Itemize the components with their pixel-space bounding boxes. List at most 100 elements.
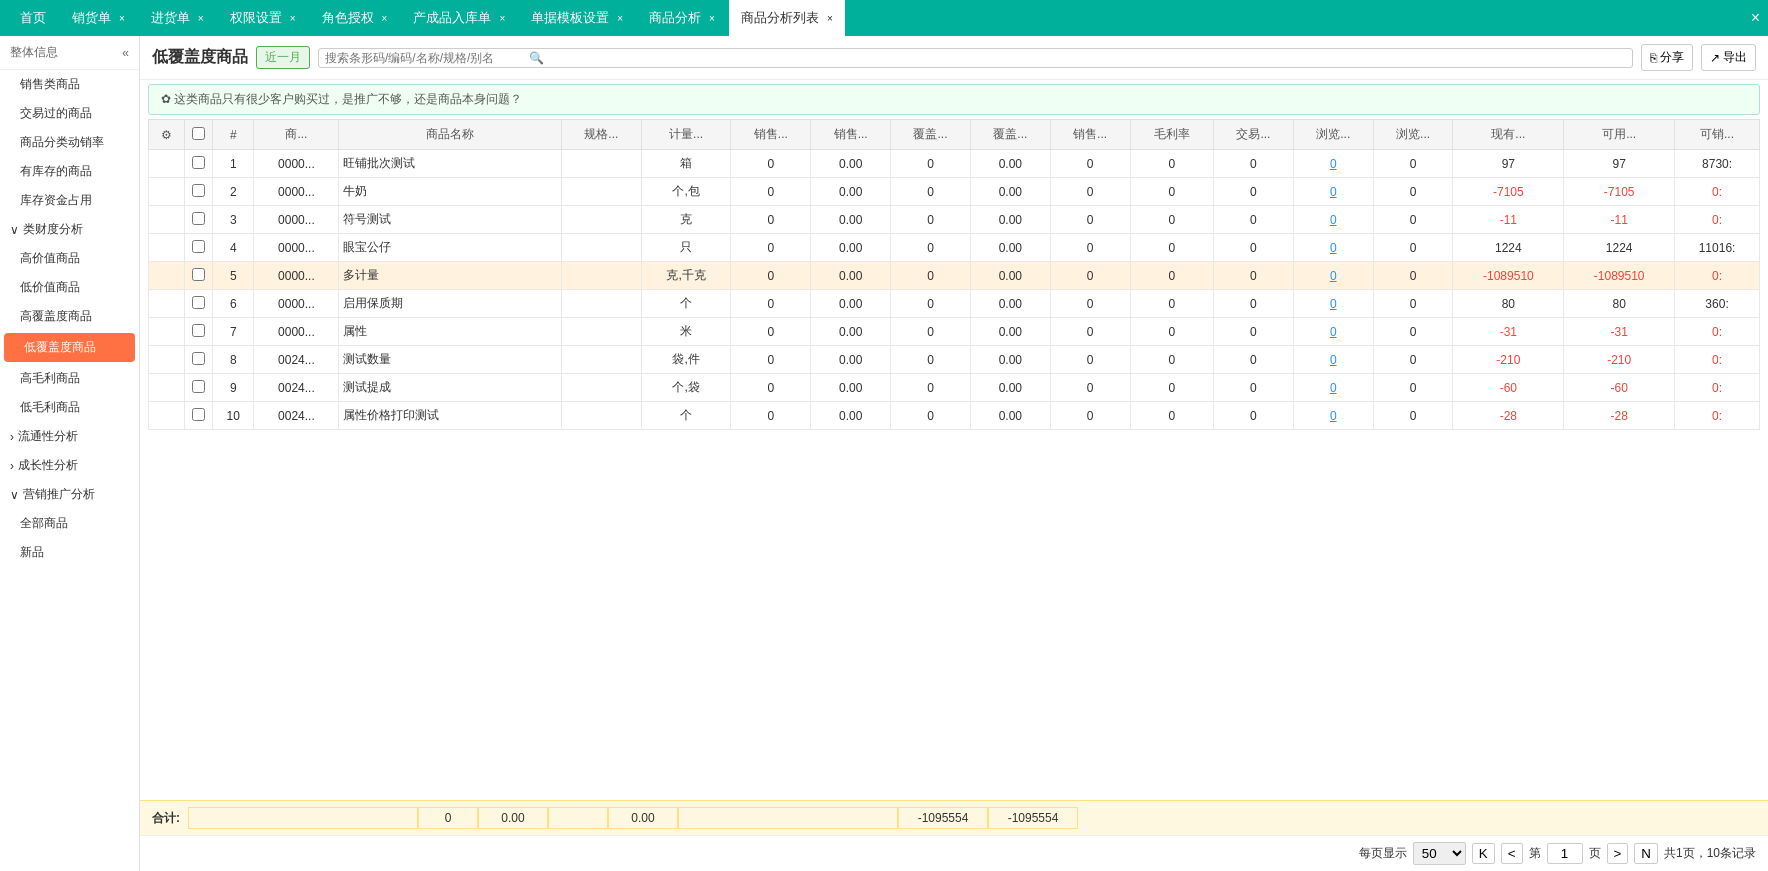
sidebar-item-traded-goods[interactable]: 交易过的商品 <box>0 99 139 128</box>
select-all-checkbox[interactable] <box>192 127 205 140</box>
cell-code: 0000... <box>254 318 339 346</box>
close-icon[interactable]: × <box>198 13 204 24</box>
cell-spec <box>561 206 641 234</box>
cell-sales-amount: 0.00 <box>811 178 891 206</box>
cell-checkbox[interactable] <box>185 318 213 346</box>
sidebar-section-yingxiao[interactable]: ∨ 营销推广分析 <box>0 480 139 509</box>
export-button[interactable]: ↗ 导出 <box>1701 44 1756 71</box>
row-checkbox[interactable] <box>192 212 205 225</box>
sidebar-section-caijidu[interactable]: ∨ 类财度分析 <box>0 215 139 244</box>
cell-browse1[interactable]: 0 <box>1293 234 1373 262</box>
cell-browse1[interactable]: 0 <box>1293 402 1373 430</box>
table-header-row: ⚙ # 商... 商品名称 规格... 计量... 销售... 销售... 覆盖… <box>149 120 1760 150</box>
sidebar-item-stock-goods[interactable]: 有库存的商品 <box>0 157 139 186</box>
sidebar-item-low-value[interactable]: 低价值商品 <box>0 273 139 302</box>
th-sales-amount: 销售... <box>811 120 891 150</box>
cell-browse1[interactable]: 0 <box>1293 346 1373 374</box>
close-icon[interactable]: × <box>617 13 623 24</box>
close-icon[interactable]: × <box>119 13 125 24</box>
footer-sales-amount: 0.00 <box>478 807 548 829</box>
cell-trade-count: 0 <box>1214 374 1294 402</box>
prev-page-button[interactable]: < <box>1501 843 1523 864</box>
first-page-button[interactable]: K <box>1472 843 1495 864</box>
cell-available: -31 <box>1564 318 1675 346</box>
row-checkbox[interactable] <box>192 268 205 281</box>
cell-checkbox[interactable] <box>185 206 213 234</box>
close-icon[interactable]: × <box>827 13 833 24</box>
sidebar-section-chengzhang[interactable]: › 成长性分析 <box>0 451 139 480</box>
page-input[interactable] <box>1547 843 1583 864</box>
cell-sales-days: 0 <box>1050 290 1130 318</box>
cell-gross-rate: 0 <box>1130 150 1214 178</box>
th-code: 商... <box>254 120 339 150</box>
th-current-stock: 现有... <box>1453 120 1564 150</box>
sidebar-item-high-value[interactable]: 高价值商品 <box>0 244 139 273</box>
cell-checkbox[interactable] <box>185 178 213 206</box>
cell-checkbox[interactable] <box>185 402 213 430</box>
cell-browse1[interactable]: 0 <box>1293 374 1373 402</box>
sidebar-item-low-profit[interactable]: 低毛利商品 <box>0 393 139 422</box>
cell-checkbox[interactable] <box>185 374 213 402</box>
sidebar-item-high-profit[interactable]: 高毛利商品 <box>0 364 139 393</box>
nav-tab-analysis-list[interactable]: 商品分析列表 × <box>729 0 845 36</box>
last-page-button[interactable]: N <box>1634 843 1658 864</box>
collapse-icon[interactable]: « <box>122 46 129 60</box>
sidebar-item-low-coverage[interactable]: 低覆盖度商品 <box>4 333 135 362</box>
row-checkbox[interactable] <box>192 324 205 337</box>
cell-browse1[interactable]: 0 <box>1293 262 1373 290</box>
cell-sales-count: 0 <box>731 290 811 318</box>
table-wrapper[interactable]: ⚙ # 商... 商品名称 规格... 计量... 销售... 销售... 覆盖… <box>140 119 1768 800</box>
cell-checkbox[interactable] <box>185 290 213 318</box>
date-filter-button[interactable]: 近一月 <box>256 46 310 69</box>
nav-tab-role[interactable]: 角色授权 × <box>310 0 400 36</box>
th-checkbox[interactable] <box>185 120 213 150</box>
nav-tab-permissions[interactable]: 权限设置 × <box>218 0 308 36</box>
cell-browse1[interactable]: 0 <box>1293 290 1373 318</box>
nav-tab-products[interactable]: 产成品入库单 × <box>401 0 517 36</box>
row-checkbox[interactable] <box>192 296 205 309</box>
per-page-select[interactable]: 50 20 100 200 <box>1413 842 1466 865</box>
cell-available: -28 <box>1564 402 1675 430</box>
close-icon[interactable]: × <box>709 13 715 24</box>
cell-num: 5 <box>213 262 254 290</box>
close-icon[interactable]: × <box>290 13 296 24</box>
nav-tab-sales[interactable]: 销货单 × <box>60 0 137 36</box>
cell-checkbox[interactable] <box>185 150 213 178</box>
close-all-button[interactable]: × <box>1751 9 1760 27</box>
nav-tab-template[interactable]: 单据模板设置 × <box>519 0 635 36</box>
cell-checkbox[interactable] <box>185 346 213 374</box>
sidebar-section-liutong[interactable]: › 流通性分析 <box>0 422 139 451</box>
search-input[interactable] <box>325 51 525 65</box>
cell-browse1[interactable]: 0 <box>1293 318 1373 346</box>
cell-num: 2 <box>213 178 254 206</box>
cell-checkbox[interactable] <box>185 262 213 290</box>
nav-tab-home[interactable]: 首页 <box>8 0 58 36</box>
sidebar-item-high-coverage[interactable]: 高覆盖度商品 <box>0 302 139 331</box>
cell-current-stock: -31 <box>1453 318 1564 346</box>
sidebar-item-all-goods[interactable]: 全部商品 <box>0 509 139 538</box>
row-checkbox[interactable] <box>192 380 205 393</box>
row-checkbox[interactable] <box>192 408 205 421</box>
cell-available: 80 <box>1564 290 1675 318</box>
cell-browse1[interactable]: 0 <box>1293 178 1373 206</box>
sidebar-item-category-rate[interactable]: 商品分类动销率 <box>0 128 139 157</box>
row-checkbox[interactable] <box>192 156 205 169</box>
cell-browse1[interactable]: 0 <box>1293 206 1373 234</box>
cell-browse1[interactable]: 0 <box>1293 150 1373 178</box>
top-navigation: 首页 销货单 × 进货单 × 权限设置 × 角色授权 × 产成品入库单 × 单据… <box>0 0 1768 36</box>
close-icon[interactable]: × <box>499 13 505 24</box>
row-checkbox[interactable] <box>192 184 205 197</box>
nav-tab-purchase[interactable]: 进货单 × <box>139 0 216 36</box>
share-button[interactable]: ⎘ 分享 <box>1641 44 1693 71</box>
close-icon[interactable]: × <box>382 13 388 24</box>
th-settings[interactable]: ⚙ <box>149 120 185 150</box>
nav-tab-analysis[interactable]: 商品分析 × <box>637 0 727 36</box>
row-checkbox[interactable] <box>192 240 205 253</box>
cell-checkbox[interactable] <box>185 234 213 262</box>
row-checkbox[interactable] <box>192 352 205 365</box>
cell-name: 牛奶 <box>339 178 562 206</box>
next-page-button[interactable]: > <box>1607 843 1629 864</box>
sidebar-item-new-goods[interactable]: 新品 <box>0 538 139 567</box>
sidebar-item-sales-goods[interactable]: 销售类商品 <box>0 70 139 99</box>
sidebar-item-capital[interactable]: 库存资金占用 <box>0 186 139 215</box>
